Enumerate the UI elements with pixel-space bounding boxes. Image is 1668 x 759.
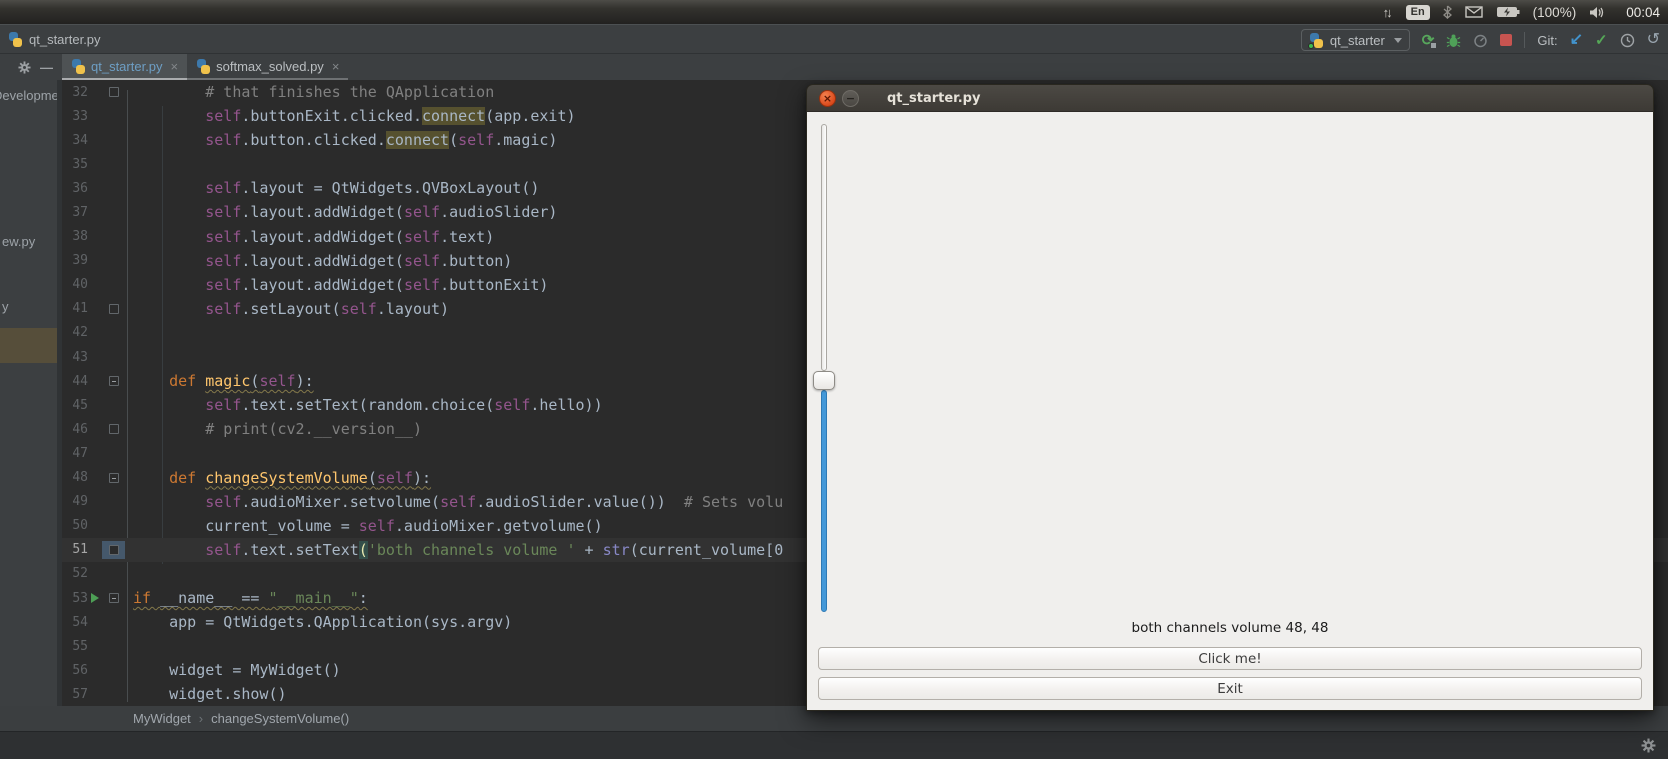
tab-label: qt_starter.py — [91, 58, 163, 74]
minimize-button[interactable]: − — [842, 89, 859, 107]
run-configuration-select[interactable]: qt_starter — [1300, 29, 1410, 51]
line-number: 56 — [72, 662, 88, 678]
exit-button[interactable]: Exit — [818, 677, 1642, 700]
git-label: Git: — [1537, 32, 1558, 48]
fold-marker-icon[interactable] — [108, 424, 119, 435]
close-button[interactable]: × — [819, 89, 836, 107]
settings-gear-icon[interactable] — [1641, 738, 1656, 753]
line-number: 47 — [72, 445, 88, 461]
stop-button[interactable] — [1500, 34, 1513, 46]
fold-marker-icon[interactable] — [108, 472, 119, 483]
project-panel-header: — — [0, 54, 62, 80]
line-number: 50 — [72, 518, 88, 534]
line-number: 55 — [72, 638, 88, 654]
line-number: 38 — [72, 229, 88, 245]
project-item[interactable]: ew.py — [2, 234, 35, 249]
volume-slider-handle[interactable] — [813, 371, 835, 390]
mail-icon[interactable] — [1464, 6, 1483, 18]
fold-marker-icon[interactable] — [108, 593, 119, 604]
git-update-button[interactable]: ↙ — [1570, 32, 1583, 48]
line-number: 39 — [72, 253, 88, 269]
line-number: 46 — [72, 421, 88, 437]
qt-title-bar[interactable]: × − qt_starter.py — [806, 84, 1654, 112]
fold-marker-icon[interactable] — [108, 303, 119, 314]
run-config-python-icon — [1307, 32, 1324, 49]
editor-tab-bar: — qt_starter.py × softmax_solved.py × — [0, 54, 1668, 80]
qt-window-body: both channels volume 48, 48 Click me! Ex… — [806, 112, 1654, 711]
line-number: 34 — [72, 132, 88, 148]
line-number: 45 — [72, 397, 88, 413]
run-button[interactable]: ⟳ — [1422, 33, 1436, 48]
line-number: 54 — [72, 614, 88, 630]
run-config-name: qt_starter — [1329, 32, 1385, 48]
close-icon[interactable]: × — [171, 59, 179, 74]
python-file-icon — [196, 58, 211, 74]
line-number: 44 — [72, 373, 88, 389]
gear-icon[interactable] — [18, 60, 31, 74]
python-file-icon — [71, 58, 86, 74]
line-number: 57 — [72, 686, 88, 702]
line-number: 42 — [72, 325, 88, 341]
breadcrumb-class[interactable]: MyWidget — [133, 711, 191, 726]
line-number: 36 — [72, 180, 88, 196]
battery-icon[interactable] — [1496, 6, 1520, 18]
line-number: 40 — [72, 277, 88, 293]
project-item[interactable]: Developme — [0, 88, 59, 103]
tab-softmax-solved[interactable]: softmax_solved.py × — [187, 54, 349, 80]
battery-percent-label: (100%) — [1532, 4, 1577, 20]
line-number: 49 — [72, 494, 88, 510]
git-history-button[interactable] — [1620, 33, 1635, 48]
project-panel: Developme ew.py y — [0, 80, 62, 706]
debug-button[interactable] — [1446, 33, 1461, 48]
volume-slider-fill[interactable] — [821, 390, 827, 612]
profiler-button[interactable] — [1473, 33, 1488, 48]
bluetooth-icon[interactable] — [1442, 5, 1452, 19]
project-selected-row[interactable] — [0, 328, 57, 363]
tab-qt-starter[interactable]: qt_starter.py × — [62, 54, 188, 80]
status-bar — [0, 731, 1668, 759]
tab-label: softmax_solved.py — [216, 58, 324, 74]
fold-marker-icon[interactable] — [108, 544, 119, 555]
git-commit-button[interactable]: ✓ — [1595, 33, 1608, 48]
line-number: 51 — [72, 542, 88, 558]
line-number: 53 — [72, 590, 88, 606]
clock-label[interactable]: 00:04 — [1626, 5, 1660, 20]
qt-window-title: qt_starter.py — [887, 90, 981, 106]
line-number: 33 — [72, 108, 88, 124]
hide-panel-icon[interactable]: — — [40, 60, 53, 75]
volume-slider-track[interactable] — [821, 124, 827, 371]
git-rollback-button[interactable]: ↺ — [1647, 32, 1660, 48]
screen: ↑↓ En (100%) 00:04 qt_starter.py qt_star… — [0, 0, 1668, 759]
fold-marker-icon[interactable] — [108, 376, 119, 387]
volume-status-label: both channels volume 48, 48 — [1131, 620, 1329, 636]
line-number: 41 — [72, 301, 88, 317]
ide-window-title: qt_starter.py — [29, 31, 101, 47]
python-file-icon — [8, 31, 23, 47]
run-line-icon[interactable] — [91, 593, 99, 604]
ide-toolbar: qt_starter ⟳ Git: ↙ ✓ ↺ — [1300, 25, 1660, 55]
volume-icon[interactable] — [1589, 6, 1605, 19]
system-top-bar: ↑↓ En (100%) 00:04 — [0, 0, 1668, 24]
toolbar-separator — [1524, 32, 1526, 48]
project-item[interactable]: y — [2, 299, 9, 314]
close-icon[interactable]: × — [332, 59, 340, 74]
line-number: 35 — [72, 156, 88, 172]
keyboard-layout-indicator[interactable]: En — [1405, 4, 1430, 20]
updown-arrows-icon[interactable]: ↑↓ — [1383, 5, 1393, 20]
breadcrumb-method[interactable]: changeSystemVolume() — [211, 711, 349, 726]
line-number: 32 — [72, 84, 88, 100]
qt-app-window: × − qt_starter.py both channels volume 4… — [806, 84, 1654, 711]
click-me-button[interactable]: Click me! — [818, 647, 1642, 670]
line-number: 48 — [72, 470, 88, 486]
fold-marker-icon[interactable] — [108, 87, 119, 98]
line-number: 52 — [72, 566, 88, 582]
ide-title-bar: qt_starter.py qt_starter ⟳ Git: ↙ ✓ ↺ — [0, 24, 1668, 54]
line-number: 43 — [72, 349, 88, 365]
chevron-right-icon: › — [198, 711, 204, 726]
chevron-down-icon — [1393, 37, 1402, 43]
line-number: 37 — [72, 205, 88, 221]
